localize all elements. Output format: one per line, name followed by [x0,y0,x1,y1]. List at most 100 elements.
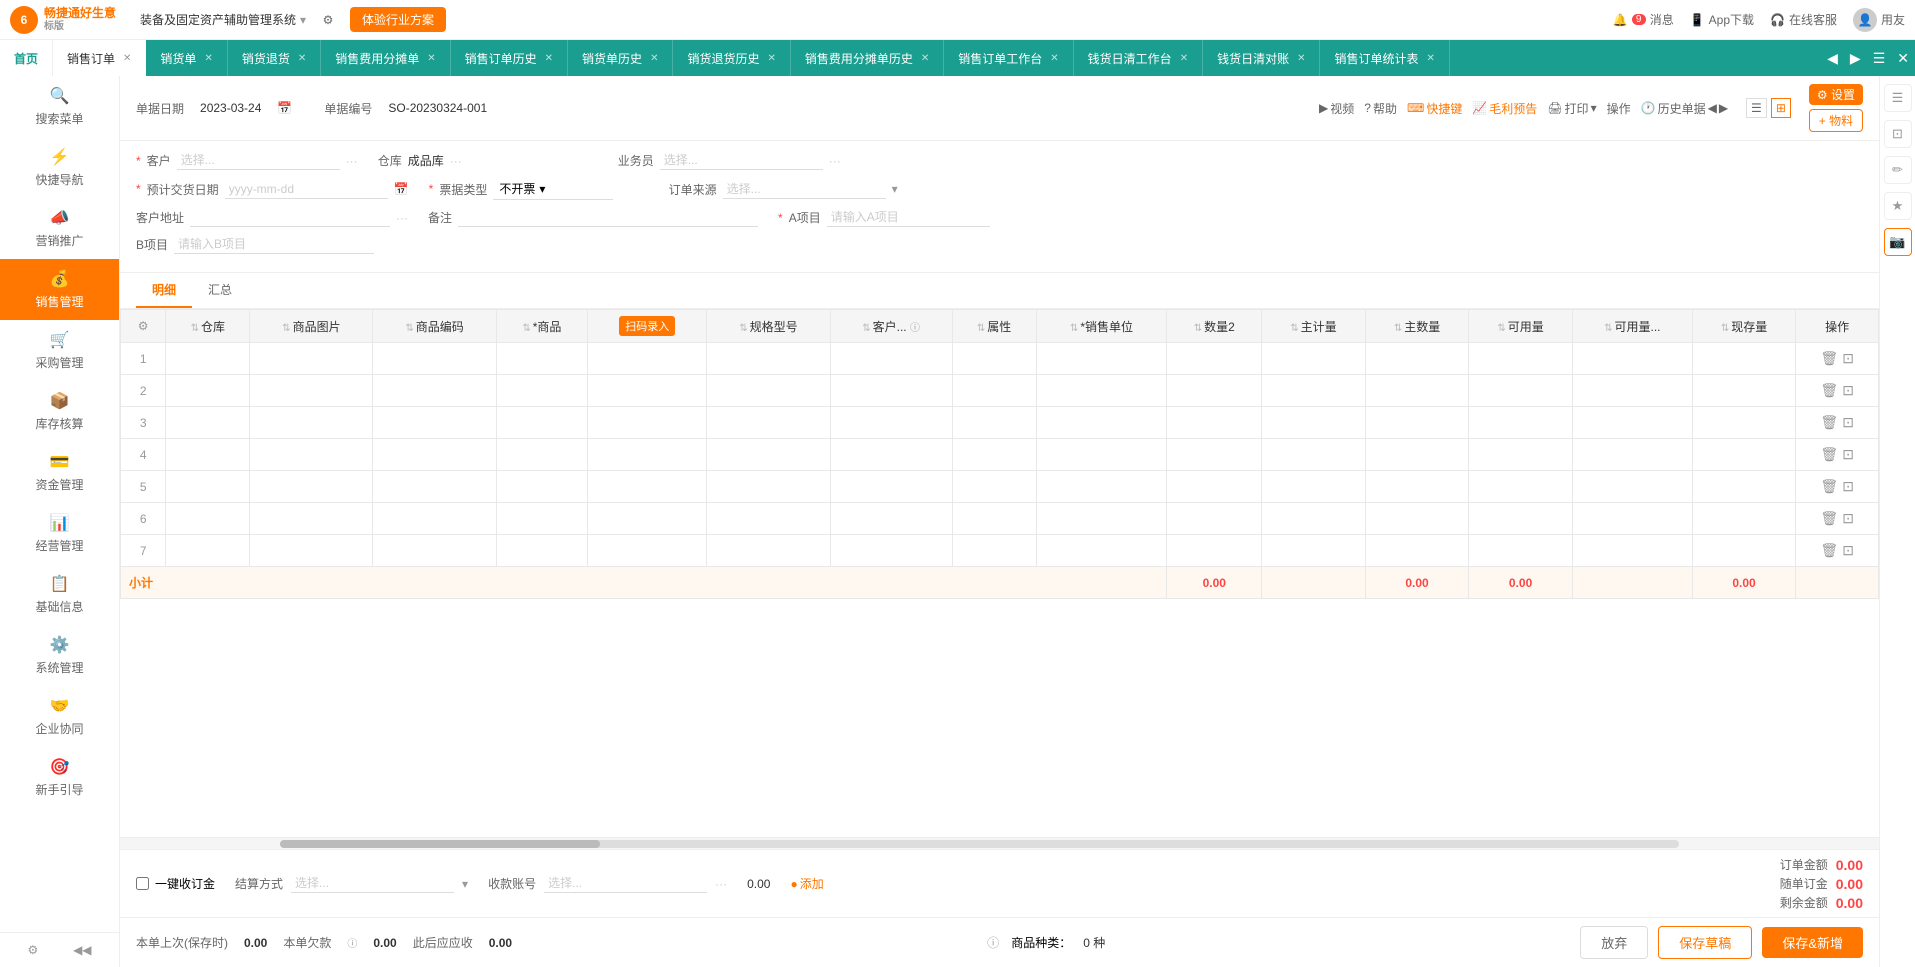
tab-invoice-history[interactable]: 销货单历史 ✕ [568,40,673,76]
dropdown-arrow-icon[interactable]: ▾ [300,13,306,27]
tab-close-icon[interactable]: ✕ [1427,53,1435,64]
sidebar-item-marketing[interactable]: 📣 营销推广 [0,198,119,259]
copy-row-button[interactable]: ⊡ [1842,478,1854,495]
delete-row-button[interactable]: 🗑 [1820,478,1838,495]
tab-sales-order[interactable]: 销售订单 ✕ [53,40,146,76]
order-source-input[interactable] [723,180,886,199]
delete-row-button[interactable]: 🗑 [1820,542,1838,559]
print-action[interactable]: 🖨 打印 ▾ [1547,100,1596,117]
tab-close-icon[interactable]: ✕ [545,53,553,64]
tab-sales-invoice[interactable]: 销货单 ✕ [146,40,227,76]
sidebar-item-guide[interactable]: 🎯 新手引导 [0,747,119,808]
sidebar-item-system[interactable]: ⚙️ 系统管理 [0,625,119,686]
copy-row-button[interactable]: ⊡ [1842,414,1854,431]
view-grid-icon[interactable]: ⊞ [1771,98,1791,118]
delivery-input[interactable] [225,180,388,199]
tab-detail[interactable]: 明细 [136,273,192,308]
account-input[interactable] [544,874,707,893]
tab-close-icon[interactable]: ✕ [767,53,775,64]
copy-row-button[interactable]: ⊡ [1842,350,1854,367]
tab-close-icon[interactable]: ✕ [427,53,435,64]
app-download-button[interactable]: 📱 App下载 [1690,11,1754,28]
tab-sales-expense[interactable]: 销售费用分摊单 ✕ [321,40,450,76]
rp-camera-icon[interactable]: 📷 [1884,228,1912,256]
sidebar-item-inventory[interactable]: 📦 库存核算 [0,381,119,442]
scroll-track[interactable] [280,840,1679,848]
one-click-checkbox[interactable] [136,877,149,890]
tabs-prev-icon[interactable]: ◀ [1821,50,1844,67]
scroll-thumb[interactable] [280,840,600,848]
tab-return-history[interactable]: 销货退货历史 ✕ [673,40,790,76]
rp-star-icon[interactable]: ★ [1884,192,1912,220]
online-service-button[interactable]: 🎧 在线客服 [1770,11,1837,28]
account-more-icon[interactable]: ··· [715,877,727,891]
delete-row-button[interactable]: 🗑 [1820,510,1838,527]
sidebar-item-sales[interactable]: 💰 销售管理 [0,259,119,320]
customer-more-icon[interactable]: ··· [346,154,358,168]
rp-edit-icon[interactable]: ✏ [1884,156,1912,184]
add-payment-button[interactable]: ● 添加 [790,875,823,892]
copy-row-button[interactable]: ⊡ [1842,446,1854,463]
delete-row-button[interactable]: 🗑 [1820,350,1838,367]
tab-order-workbench[interactable]: 销售订单工作台 ✕ [944,40,1073,76]
tab-close-icon[interactable]: ✕ [123,53,131,64]
view-list-icon[interactable]: ☰ [1746,98,1767,118]
tabs-next-icon[interactable]: ▶ [1844,50,1867,67]
tab-close-icon[interactable]: ✕ [1050,53,1058,64]
tab-close-icon[interactable]: ✕ [204,53,212,64]
sidebar-item-purchase[interactable]: 🛒 采购管理 [0,320,119,381]
add-material-button[interactable]: + 物料 [1809,109,1863,132]
calendar-icon[interactable]: 📅 [277,101,292,115]
trial-button[interactable]: 体验行业方案 [350,7,446,32]
discard-button[interactable]: 放弃 [1580,926,1648,959]
delete-row-button[interactable]: 🗑 [1820,414,1838,431]
staff-more-icon[interactable]: ··· [829,154,841,168]
payment-method-dropdown[interactable]: ▾ [462,877,468,891]
scroll-bar[interactable] [120,837,1879,849]
help-action[interactable]: ? 帮助 [1364,100,1397,117]
view-action[interactable]: ▶ 视频 [1319,100,1354,117]
col-settings[interactable]: ⚙ [121,310,166,343]
history-action[interactable]: 🕐 历史单据 ◀ ▶ [1641,100,1728,117]
tab-home[interactable]: 首页 [0,40,53,76]
setting-button[interactable]: ⚙ 设置 [1809,84,1863,105]
copy-row-button[interactable]: ⊡ [1842,510,1854,527]
tab-expense-history[interactable]: 销售费用分摊单历史 ✕ [791,40,944,76]
b-project-input[interactable] [174,235,374,254]
delete-row-button[interactable]: 🗑 [1820,446,1838,463]
delivery-calendar-icon[interactable]: 📅 [394,182,409,196]
user-menu[interactable]: 👤 用友 [1853,8,1905,32]
sidebar-item-finance[interactable]: 💳 资金管理 [0,442,119,503]
tabs-close-icon[interactable]: ✕ [1891,50,1915,67]
sidebar-settings-icon[interactable]: ⚙ [27,943,38,957]
history-next-icon[interactable]: ▶ [1719,101,1728,115]
address-more-icon[interactable]: ··· [396,211,408,225]
copy-row-button[interactable]: ⊡ [1842,382,1854,399]
gear-icon[interactable]: ⚙ [316,8,340,32]
operate-action[interactable]: 操作 [1607,100,1631,117]
address-input[interactable] [190,208,390,227]
tab-daily-reconcile[interactable]: 钱货日清对账 ✕ [1203,40,1320,76]
sidebar-item-operations[interactable]: 📊 经营管理 [0,503,119,564]
copy-row-button[interactable]: ⊡ [1842,542,1854,559]
delete-row-button[interactable]: 🗑 [1820,382,1838,399]
sidebar-collapse-icon[interactable]: ◀◀ [73,943,91,957]
tabs-menu-icon[interactable]: ☰ [1867,50,1892,67]
tab-close-icon[interactable]: ✕ [1297,53,1305,64]
tab-order-stats[interactable]: 销售订单统计表 ✕ [1320,40,1449,76]
tab-daily-workbench[interactable]: 钱货日清工作台 ✕ [1074,40,1203,76]
sidebar-item-quicknav[interactable]: ⚡ 快捷导航 [0,137,119,198]
tab-sales-order-history[interactable]: 销售订单历史 ✕ [451,40,568,76]
rp-list-icon[interactable]: ☰ [1884,84,1912,112]
rp-grid-icon[interactable]: ⊡ [1884,120,1912,148]
sidebar-item-collab[interactable]: 🤝 企业协同 [0,686,119,747]
profit-action[interactable]: 📈 毛利预告 [1472,100,1537,117]
history-prev-icon[interactable]: ◀ [1708,101,1717,115]
a-project-input[interactable] [827,208,990,227]
tab-close-icon[interactable]: ✕ [298,53,306,64]
warehouse-more-icon[interactable]: ··· [450,154,462,168]
tab-close-icon[interactable]: ✕ [1180,53,1188,64]
invoice-select[interactable]: 不开票 ▾ [493,178,613,200]
note-input[interactable] [458,208,758,227]
scan-button[interactable]: 扫码录入 [619,316,675,336]
